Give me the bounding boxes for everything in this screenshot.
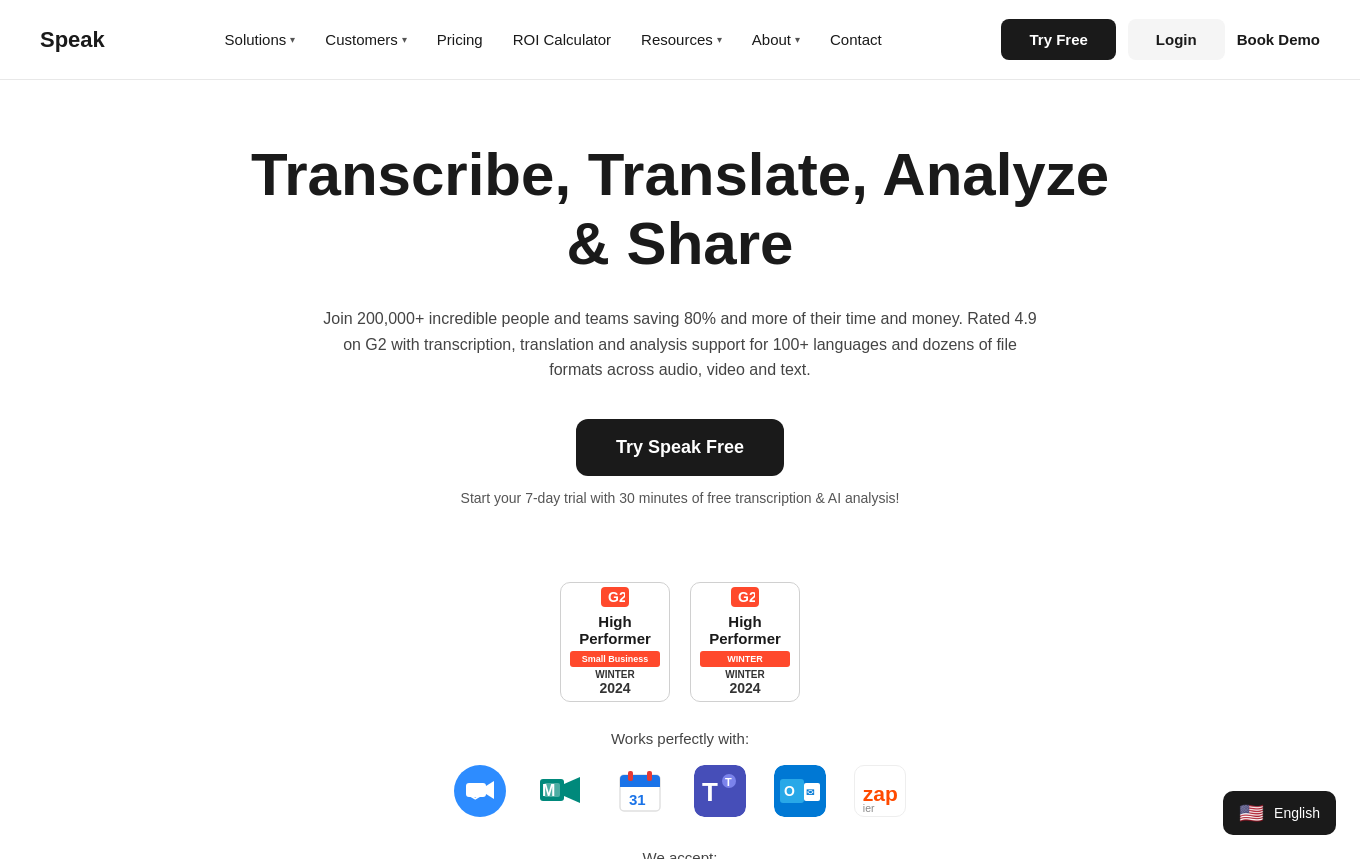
zapier-integration-icon: zap ier bbox=[854, 765, 906, 817]
google-calendar-integration-icon: 31 bbox=[614, 765, 666, 817]
svg-text:✉: ✉ bbox=[806, 787, 815, 798]
try-free-button[interactable]: Try Free bbox=[1001, 19, 1115, 60]
works-with-section: Works perfectly with: ⬡ M bbox=[0, 730, 1360, 817]
svg-rect-4 bbox=[466, 783, 486, 797]
language-label: English bbox=[1274, 805, 1320, 821]
hero-title: Transcribe, Translate, Analyze & Share bbox=[230, 140, 1130, 278]
chevron-down-icon: ▾ bbox=[402, 34, 407, 45]
badge-high-label: High bbox=[728, 613, 761, 630]
svg-text:ier: ier bbox=[863, 802, 875, 813]
badge-high-label: High bbox=[598, 613, 631, 630]
outlook-integration-icon: O ✉ bbox=[774, 765, 826, 817]
we-accept-section: We accept: Pay Pal VISA VISAelectron bbox=[0, 849, 1360, 859]
badge-ribbon-winter: WINTER bbox=[700, 651, 790, 667]
works-with-label: Works perfectly with: bbox=[0, 730, 1360, 747]
svg-text:G2: G2 bbox=[608, 589, 625, 605]
login-button[interactable]: Login bbox=[1128, 19, 1225, 60]
nav-pricing[interactable]: Pricing bbox=[437, 31, 483, 48]
language-selector[interactable]: 🇺🇸 English bbox=[1223, 791, 1336, 835]
svg-rect-17 bbox=[647, 771, 652, 781]
integrations-list: ⬡ M 31 bbox=[0, 765, 1360, 817]
g2-logo-icon: G2 bbox=[731, 587, 759, 607]
google-meet-integration-icon: M bbox=[534, 765, 586, 817]
svg-text:31: 31 bbox=[629, 791, 646, 808]
nav-solutions[interactable]: Solutions ▾ bbox=[225, 31, 296, 48]
badge-performer-label: Performer bbox=[579, 630, 651, 647]
svg-rect-16 bbox=[628, 771, 633, 781]
hero-section: Transcribe, Translate, Analyze & Share J… bbox=[0, 80, 1360, 546]
cta-button[interactable]: Try Speak Free bbox=[576, 419, 784, 476]
badge-ribbon-small-business: Small Business bbox=[570, 651, 660, 667]
nav-contact[interactable]: Contact bbox=[830, 31, 882, 48]
g2-badge-small-business: G2 High Performer Small Business WINTER … bbox=[560, 582, 670, 702]
teams-integration-icon: T T bbox=[694, 765, 746, 817]
badge-season: WINTER bbox=[595, 669, 634, 680]
we-accept-label: We accept: bbox=[0, 849, 1360, 859]
badge-year: 2024 bbox=[729, 680, 760, 696]
nav-about[interactable]: About ▾ bbox=[752, 31, 800, 48]
chevron-down-icon: ▾ bbox=[795, 34, 800, 45]
nav-actions: Try Free Login Book Demo bbox=[1001, 19, 1320, 60]
badge-year: 2024 bbox=[599, 680, 630, 696]
g2-logo-icon: G2 bbox=[601, 587, 629, 607]
book-demo-button[interactable]: Book Demo bbox=[1237, 31, 1320, 48]
badge-season: WINTER bbox=[725, 669, 764, 680]
brand-logo[interactable]: Speak bbox=[40, 27, 105, 53]
nav-roi-calculator[interactable]: ROI Calculator bbox=[513, 31, 611, 48]
svg-rect-14 bbox=[620, 783, 660, 787]
navbar: Speak Solutions ▾ Customers ▾ Pricing RO… bbox=[0, 0, 1360, 80]
flag-icon: 🇺🇸 bbox=[1239, 801, 1264, 825]
svg-text:O: O bbox=[784, 783, 795, 799]
nav-resources[interactable]: Resources ▾ bbox=[641, 31, 722, 48]
zoom-integration-icon: ⬡ bbox=[454, 765, 506, 817]
svg-text:T: T bbox=[702, 777, 718, 807]
nav-links: Solutions ▾ Customers ▾ Pricing ROI Calc… bbox=[225, 31, 882, 48]
hero-subtitle: Join 200,000+ incredible people and team… bbox=[320, 306, 1040, 383]
badge-performer-label: Performer bbox=[709, 630, 781, 647]
svg-text:T: T bbox=[725, 776, 732, 788]
chevron-down-icon: ▾ bbox=[290, 34, 295, 45]
svg-text:M: M bbox=[542, 782, 555, 799]
g2-badge-winter: G2 High Performer WINTER WINTER 2024 bbox=[690, 582, 800, 702]
chevron-down-icon: ▾ bbox=[717, 34, 722, 45]
g2-badges: G2 High Performer Small Business WINTER … bbox=[0, 582, 1360, 702]
trial-text: Start your 7-day trial with 30 minutes o… bbox=[40, 490, 1320, 506]
svg-text:G2: G2 bbox=[738, 589, 755, 605]
nav-customers[interactable]: Customers ▾ bbox=[325, 31, 407, 48]
